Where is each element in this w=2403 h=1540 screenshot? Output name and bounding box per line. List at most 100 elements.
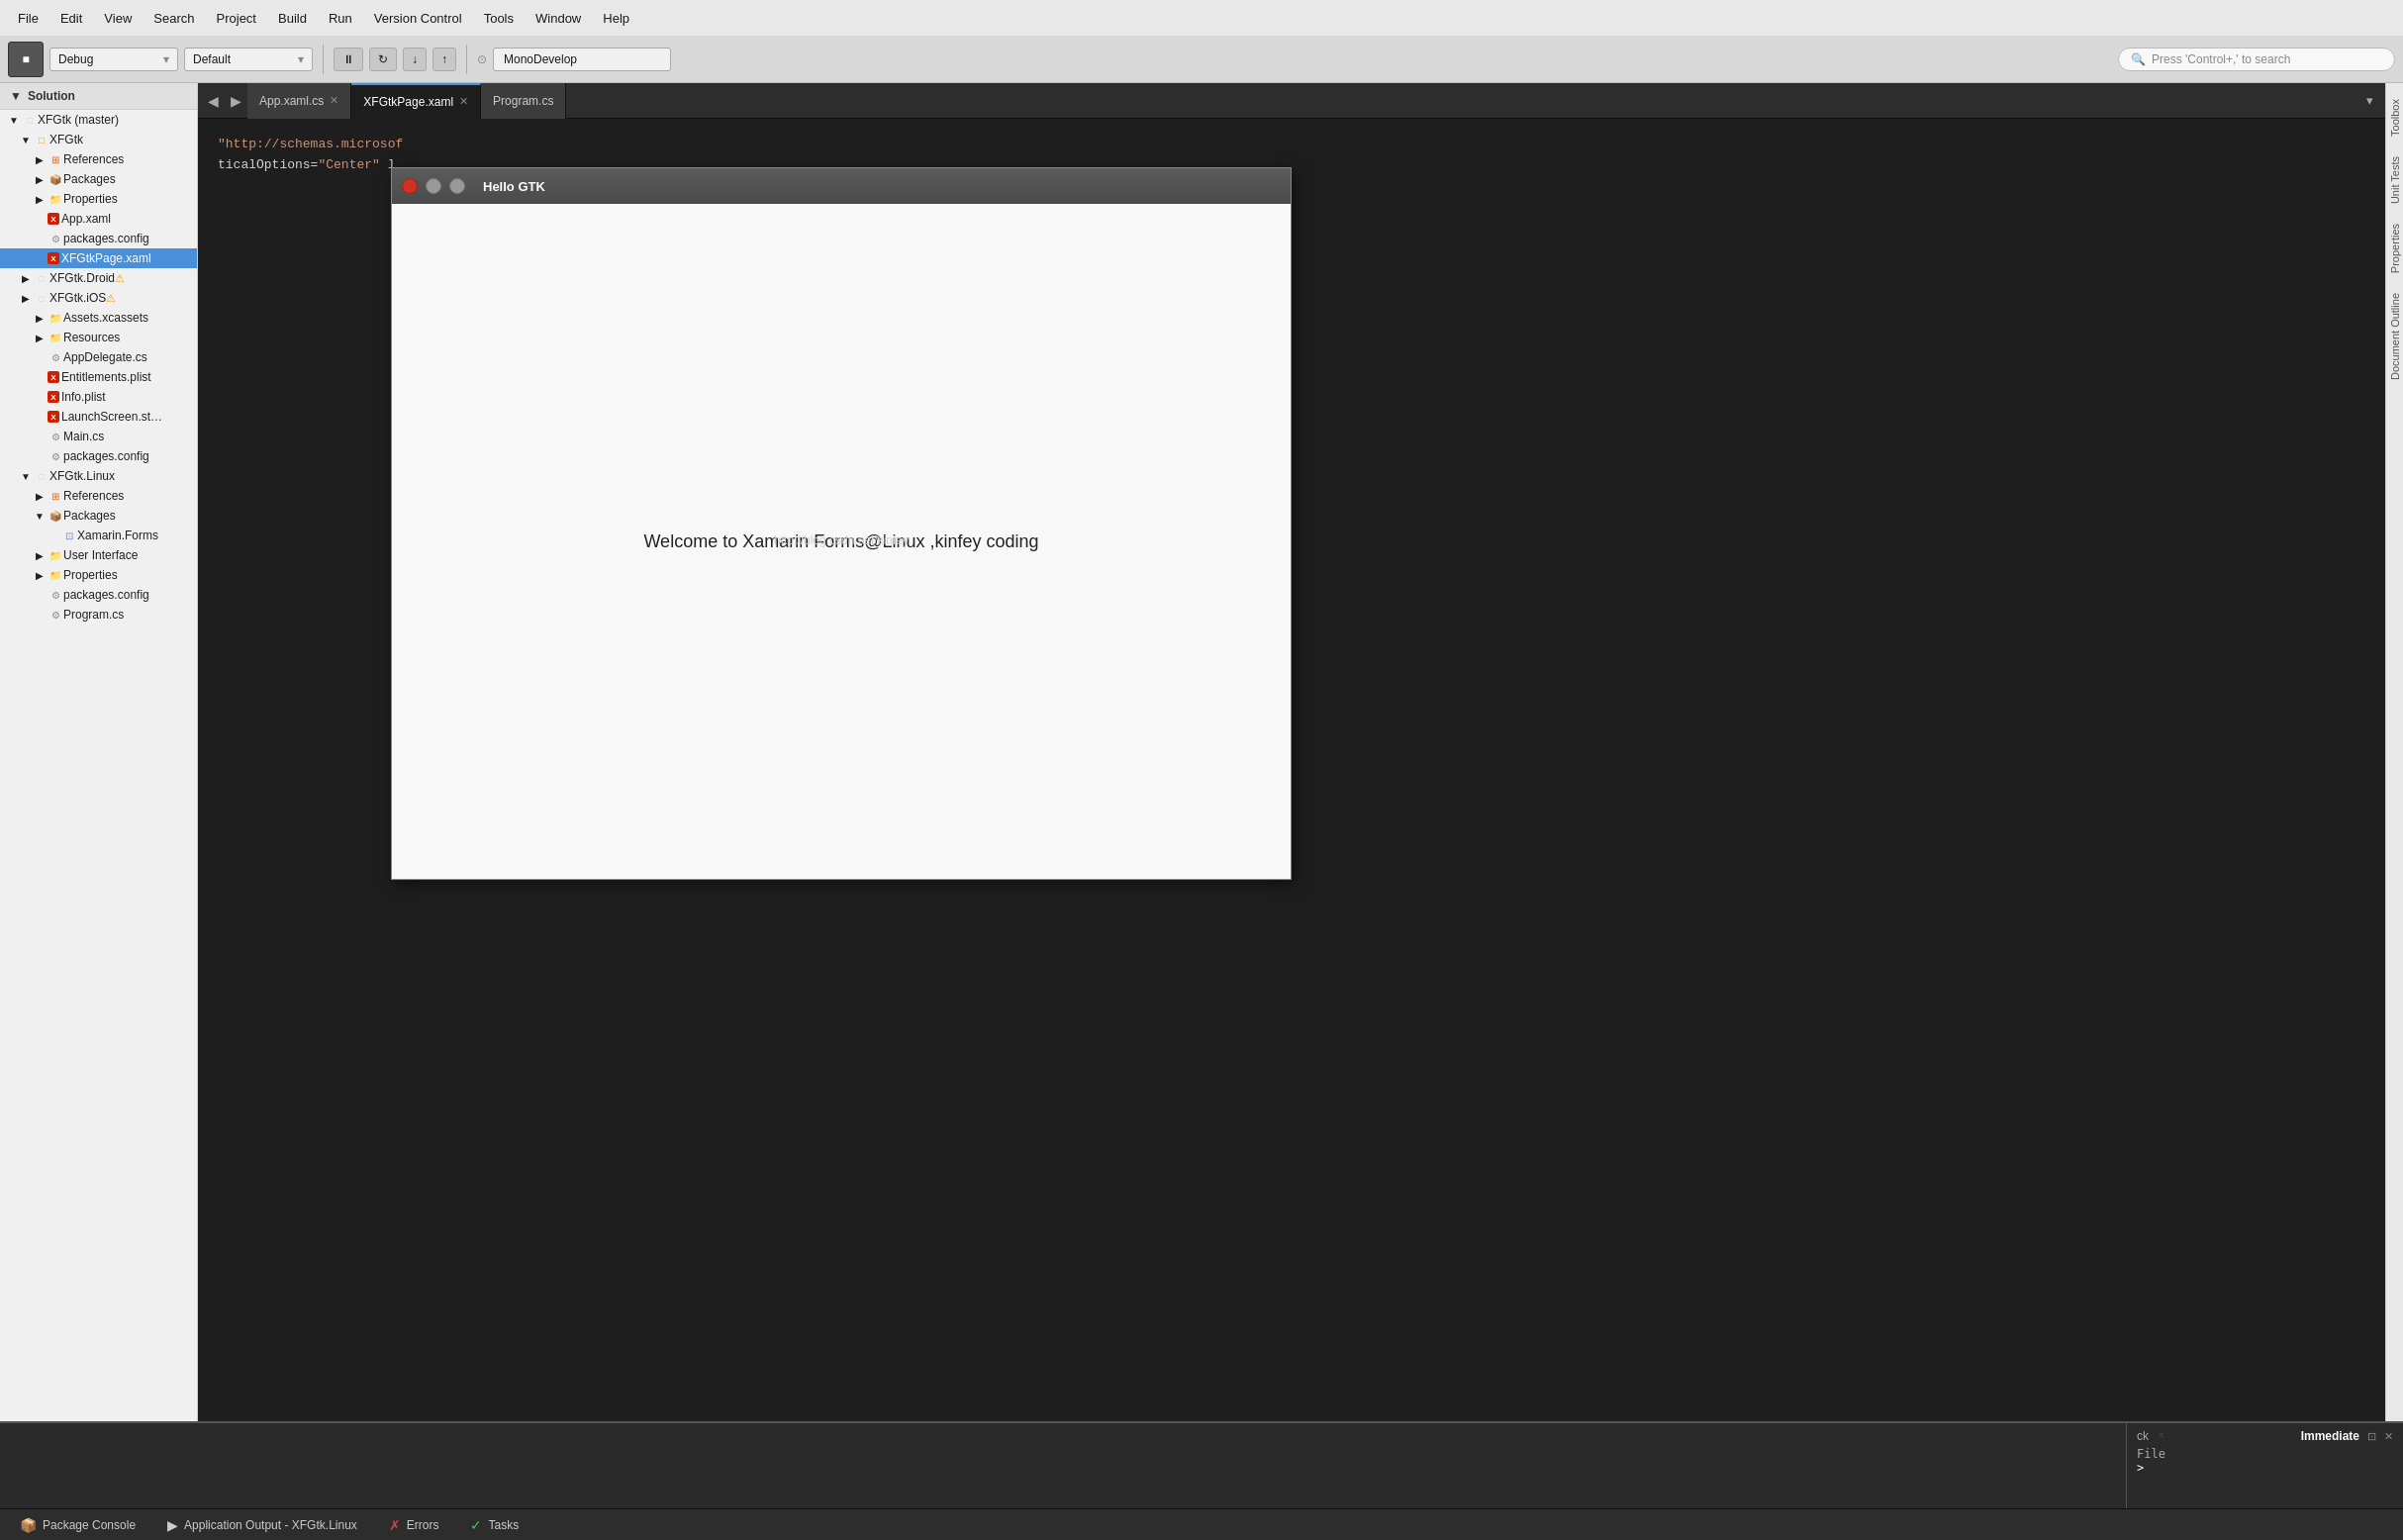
tree-linux-properties[interactable]: ▶ 📁 Properties <box>0 565 197 585</box>
status-errors[interactable]: ✗ Errors <box>377 1513 451 1537</box>
tab-program-cs[interactable]: Program.cs <box>481 83 566 119</box>
status-label: Errors <box>407 1518 439 1532</box>
tree-xamarin-forms[interactable]: ⊡ Xamarin.Forms <box>0 526 197 545</box>
menu-tools[interactable]: Tools <box>474 7 524 30</box>
pause-button[interactable]: ⏸ <box>334 48 363 71</box>
immediate-tab[interactable]: Immediate <box>2301 1429 2359 1443</box>
tree-xfgtk-master[interactable]: ▼ □ XFGtk (master) <box>0 110 197 130</box>
folder-icon: 📁 <box>48 567 63 583</box>
debug-dropdown[interactable]: Debug ▾ <box>49 48 178 71</box>
right-panel-doc-outline[interactable]: Document Outline <box>2387 285 2403 388</box>
window-max-btn[interactable] <box>449 178 465 194</box>
tree-properties[interactable]: ▶ 📁 Properties <box>0 189 197 209</box>
tree-label: Main.cs <box>63 430 104 443</box>
panel-close-ck[interactable]: ✕ <box>2157 1429 2165 1443</box>
panel-restore-imm[interactable]: ⊡ <box>2367 1430 2376 1443</box>
tab-next-btn[interactable]: ▶ <box>225 93 247 109</box>
tree-resources[interactable]: ▶ 📁 Resources <box>0 328 197 347</box>
tree-xfgtk-linux[interactable]: ▼ □ XFGtk.Linux <box>0 466 197 486</box>
tree-launchscreen[interactable]: X LaunchScreen.st… <box>0 407 197 427</box>
menu-build[interactable]: Build <box>268 7 317 30</box>
tree-main-cs[interactable]: ⚙ Main.cs <box>0 427 197 446</box>
tree-packages[interactable]: ▶ 📦 Packages <box>0 169 197 189</box>
step-over-button[interactable]: ↻ <box>369 48 397 71</box>
right-panel-properties[interactable]: Properties <box>2387 216 2403 281</box>
tree-app-xaml[interactable]: X App.xaml <box>0 209 197 229</box>
pkg-icon: ⊡ <box>61 528 77 543</box>
stop-button[interactable]: ■ <box>8 42 44 77</box>
tree-appdelegate[interactable]: ⚙ AppDelegate.cs <box>0 347 197 367</box>
tab-more-btn[interactable]: ▾ <box>2358 93 2381 108</box>
run-target-dropdown[interactable]: MonoDevelop <box>493 48 671 71</box>
menu-project[interactable]: Project <box>207 7 266 30</box>
floating-window[interactable]: Hello GTK http://blog.csdn.net/kinfey We… <box>391 167 1292 880</box>
main-area: ▼ Solution ▼ □ XFGtk (master) ▼ □ XFGtk … <box>0 83 2403 1421</box>
search-box[interactable]: 🔍 Press 'Control+,' to search <box>2118 48 2395 71</box>
menu-window[interactable]: Window <box>526 7 591 30</box>
tree-xfgtk-droid[interactable]: ▶ □ XFGtk.Droid ⚠ <box>0 268 197 288</box>
tree-label: App.xaml <box>61 212 111 226</box>
default-dropdown[interactable]: Default ▾ <box>184 48 313 71</box>
tree-linux-packages-config[interactable]: ⚙ packages.config <box>0 585 197 605</box>
folder-icon: 📁 <box>48 330 63 345</box>
window-close-btn[interactable] <box>402 178 418 194</box>
tab-close-xfgtkpage[interactable]: ✕ <box>459 95 468 108</box>
status-tasks[interactable]: ✓ Tasks <box>458 1513 530 1537</box>
tree-linux-packages[interactable]: ▼ 📦 Packages <box>0 506 197 526</box>
tab-app-xaml-cs[interactable]: App.xaml.cs ✕ <box>247 83 351 119</box>
step-into-button[interactable]: ↓ <box>403 48 427 71</box>
tree-xfgtk-ios[interactable]: ▶ □ XFGtk.iOS ⚠ <box>0 288 197 308</box>
bottom-area: ck ✕ Immediate ⊡ ✕ File > 📦 Package Cons… <box>0 1421 2403 1540</box>
menu-run[interactable]: Run <box>319 7 362 30</box>
status-bar: 📦 Package Console ▶ Application Output -… <box>0 1508 2403 1540</box>
tree-label: Entitlements.plist <box>61 370 151 384</box>
tree-packages-config-1[interactable]: ⚙ packages.config <box>0 229 197 248</box>
window-titlebar: Hello GTK <box>392 168 1291 204</box>
tree-assets[interactable]: ▶ 📁 Assets.xcassets <box>0 308 197 328</box>
cs-icon: ⚙ <box>48 607 63 623</box>
tree-linux-references[interactable]: ▶ ⊞ References <box>0 486 197 506</box>
expand-icon: ▶ <box>32 151 48 167</box>
right-panel-toolbox[interactable]: Toolbox <box>2387 91 2403 144</box>
menu-view[interactable]: View <box>94 7 142 30</box>
sidebar: ▼ Solution ▼ □ XFGtk (master) ▼ □ XFGtk … <box>0 83 198 1421</box>
tree-label: User Interface <box>63 548 138 562</box>
panel-close-imm[interactable]: ✕ <box>2384 1430 2393 1443</box>
tab-close-app[interactable]: ✕ <box>330 94 338 107</box>
tree-label: Properties <box>63 192 118 206</box>
tree-user-interface[interactable]: ▶ 📁 User Interface <box>0 545 197 565</box>
tree-references[interactable]: ▶ ⊞ References <box>0 149 197 169</box>
panel-header: ck ✕ Immediate ⊡ ✕ <box>2137 1429 2393 1443</box>
spacer-icon <box>32 349 48 365</box>
tab-prev-btn[interactable]: ◀ <box>202 93 225 109</box>
packages-icon: 📦 <box>48 171 63 187</box>
folder-icon: 📁 <box>48 310 63 326</box>
spacer-icon <box>32 231 48 246</box>
expand-icon: ▶ <box>18 290 34 306</box>
tree-program-cs[interactable]: ⚙ Program.cs <box>0 605 197 625</box>
tree-label: XFGtkPage.xaml <box>61 251 151 265</box>
menu-help[interactable]: Help <box>593 7 639 30</box>
menu-edit[interactable]: Edit <box>50 7 92 30</box>
menu-version-control[interactable]: Version Control <box>364 7 472 30</box>
window-min-btn[interactable] <box>426 178 441 194</box>
search-icon: 🔍 <box>2131 52 2146 66</box>
tree-entitlements[interactable]: X Entitlements.plist <box>0 367 197 387</box>
packages-icon: 📦 <box>48 508 63 524</box>
debug-panel-ck-tab[interactable]: ck <box>2137 1429 2149 1443</box>
tree-info-plist[interactable]: X Info.plist <box>0 387 197 407</box>
menu-file[interactable]: File <box>8 7 48 30</box>
expand-icon: ▶ <box>32 488 48 504</box>
status-package-console[interactable]: 📦 Package Console <box>8 1513 147 1537</box>
step-out-button[interactable]: ↑ <box>433 48 456 71</box>
tree-label: Resources <box>63 331 120 344</box>
right-panel-unit-tests[interactable]: Unit Tests <box>2387 148 2403 212</box>
status-app-output[interactable]: ▶ Application Output - XFGtk.Linux <box>155 1513 369 1537</box>
tree-xfgtkpage-xaml[interactable]: X XFGtkPage.xaml <box>0 248 197 268</box>
menu-search[interactable]: Search <box>144 7 204 30</box>
tab-xfgtkpage-xaml[interactable]: XFGtkPage.xaml ✕ <box>351 83 481 119</box>
tree-xfgtk[interactable]: ▼ □ XFGtk <box>0 130 197 149</box>
spacer-icon <box>32 369 48 385</box>
tree-label: Xamarin.Forms <box>77 529 158 542</box>
tree-packages-config-2[interactable]: ⚙ packages.config <box>0 446 197 466</box>
